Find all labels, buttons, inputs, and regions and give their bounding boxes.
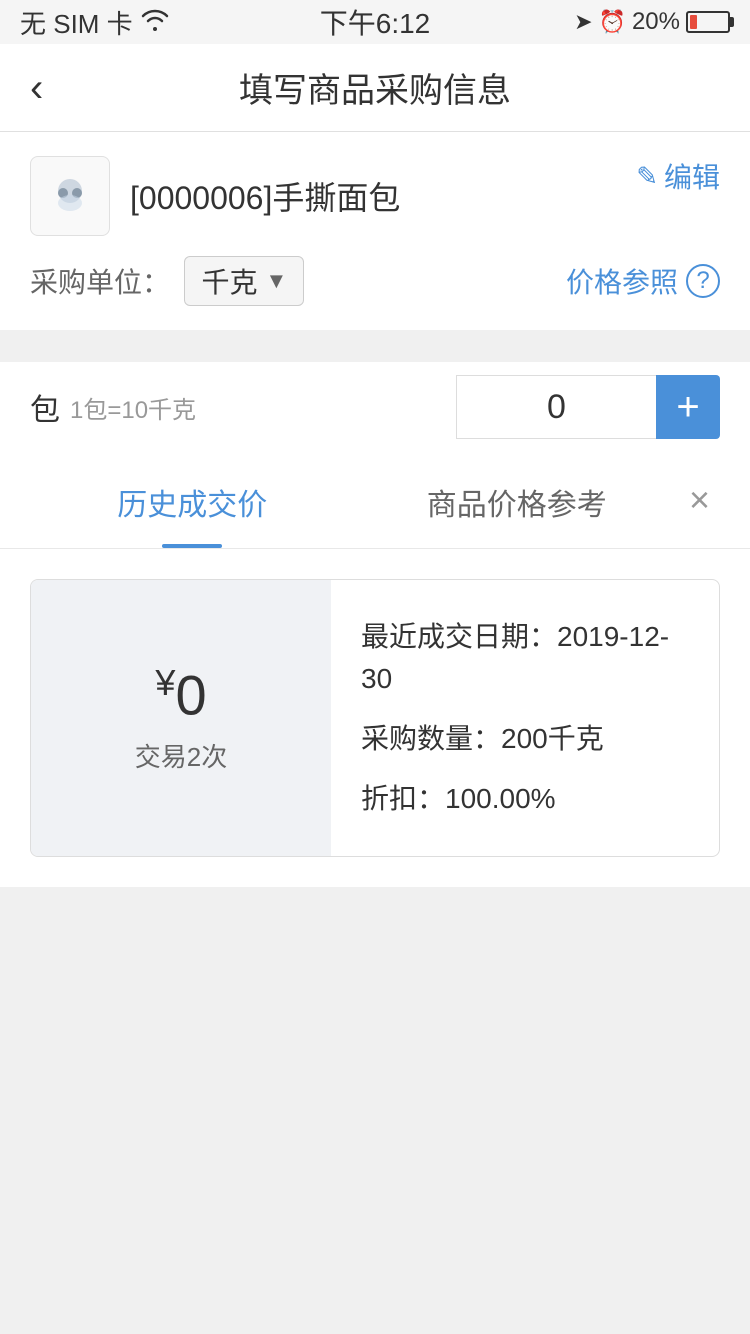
purchase-qty-row: 采购数量：200千克 xyxy=(361,718,689,760)
close-button[interactable]: × xyxy=(679,469,720,531)
tab-active-indicator xyxy=(162,544,222,548)
product-unit-row: 采购单位： 千克 ▼ 价格参照 ? xyxy=(30,256,720,306)
unit-label: 采购单位： xyxy=(30,267,170,298)
quantity-sub-label: 1包=10千克 xyxy=(70,390,196,425)
alarm-icon: ⏰ xyxy=(599,9,626,35)
quantity-increment-button[interactable]: + xyxy=(656,375,720,439)
quantity-input[interactable]: 0 xyxy=(456,375,656,439)
dropdown-arrow: ▼ xyxy=(265,268,287,294)
discount-row: 折扣：100.00% xyxy=(361,778,689,820)
tab-history-price[interactable]: 历史成交价 xyxy=(30,452,354,548)
quantity-controls: 0 + xyxy=(456,375,720,439)
page-title: 填写商品采购信息 xyxy=(239,63,511,112)
carrier-text: 无 SIM 卡 xyxy=(20,4,133,41)
status-time: 下午6:12 xyxy=(320,2,431,42)
status-bar: 无 SIM 卡 下午6:12 ➤ ⏰ 20% xyxy=(0,0,750,44)
product-thumbnail xyxy=(45,171,95,221)
main-content: [0000006]手撕面包 ✎ 编辑 采购单位： 千克 ▼ 价格参照 ? xyxy=(0,132,750,1334)
unit-selector-group: 采购单位： 千克 ▼ xyxy=(30,256,304,306)
product-header: [0000006]手撕面包 ✎ 编辑 xyxy=(30,156,720,236)
quantity-unit: 包 xyxy=(30,385,60,429)
product-logo xyxy=(30,156,110,236)
quantity-unit-label: 包 1包=10千克 xyxy=(30,385,196,429)
product-left: [0000006]手撕面包 xyxy=(30,156,400,236)
quantity-section: 包 1包=10千克 0 + xyxy=(0,362,750,452)
edit-icon: ✎ xyxy=(636,161,658,192)
battery-indicator xyxy=(686,11,730,33)
price-tabs-section: 历史成交价 商品价格参考 × ¥0 交易2次 最近成交日期：2019-12-3 xyxy=(0,452,750,887)
wifi-icon xyxy=(141,7,169,38)
price-amount: ¥0 xyxy=(155,662,206,728)
status-left: 无 SIM 卡 xyxy=(20,4,169,41)
status-right: ➤ ⏰ 20% xyxy=(574,8,730,36)
price-card: ¥0 交易2次 最近成交日期：2019-12-30 采购数量：200千克 折扣：… xyxy=(30,579,720,857)
price-card-left: ¥0 交易2次 xyxy=(31,580,331,856)
product-section: [0000006]手撕面包 ✎ 编辑 采购单位： 千克 ▼ 价格参照 ? xyxy=(0,132,750,330)
tabs-row: 历史成交价 商品价格参考 × xyxy=(0,452,750,549)
tab-product-price-ref[interactable]: 商品价格参考 xyxy=(354,452,678,548)
price-card-right: 最近成交日期：2019-12-30 采购数量：200千克 折扣：100.00% xyxy=(331,580,719,856)
price-trade-count: 交易2次 xyxy=(135,737,227,774)
recent-date-row: 最近成交日期：2019-12-30 xyxy=(361,616,689,700)
section-divider-1 xyxy=(0,330,750,346)
battery-percent: 20% xyxy=(632,8,680,36)
back-button[interactable]: ‹ xyxy=(30,68,43,108)
price-ref-button[interactable]: 价格参照 ? xyxy=(566,261,720,301)
price-ref-icon: ? xyxy=(686,264,720,298)
location-icon: ➤ xyxy=(574,9,592,35)
product-name: [0000006]手撕面包 xyxy=(130,173,400,219)
price-content: ¥0 交易2次 最近成交日期：2019-12-30 采购数量：200千克 折扣：… xyxy=(0,549,750,887)
edit-button[interactable]: ✎ 编辑 xyxy=(636,156,720,196)
price-currency: ¥ xyxy=(155,662,175,703)
battery-fill xyxy=(690,15,697,29)
nav-bar: ‹ 填写商品采购信息 xyxy=(0,44,750,132)
unit-select[interactable]: 千克 ▼ xyxy=(184,256,304,306)
